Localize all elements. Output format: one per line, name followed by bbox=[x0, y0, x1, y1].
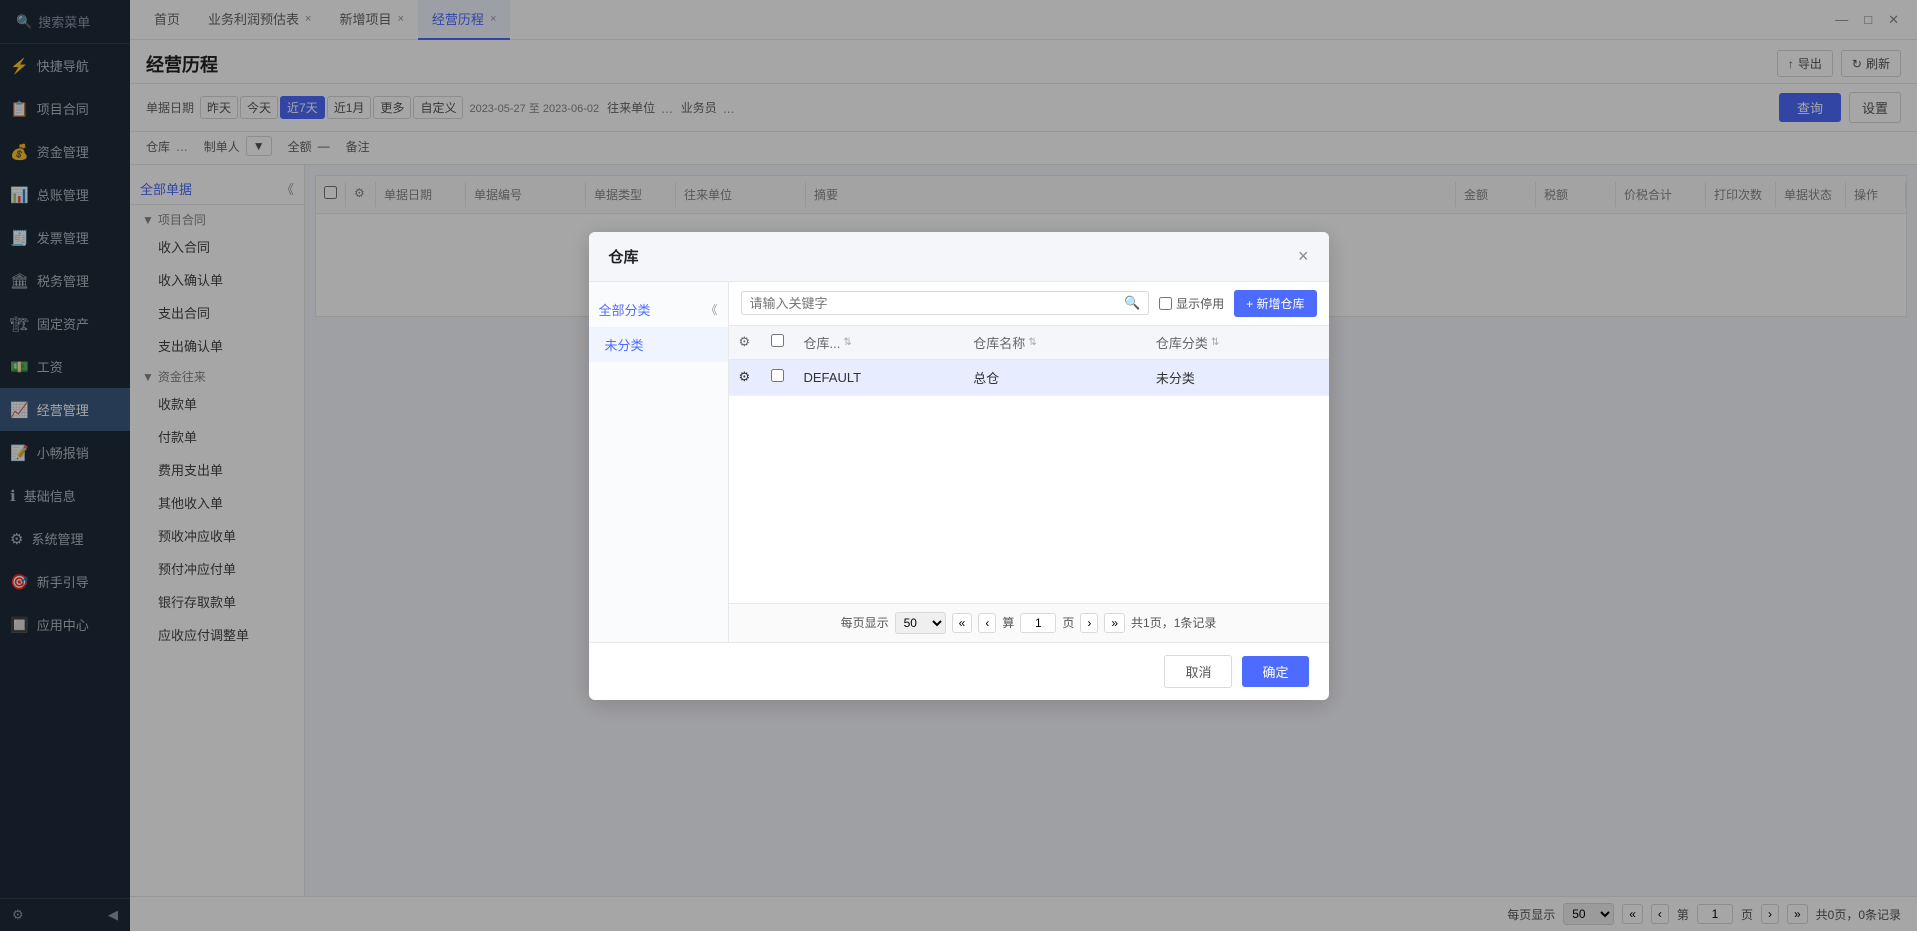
modal-toolbar: 🔍 显示停用 + 新增仓库 bbox=[729, 282, 1329, 326]
modal-pagination: 每页显示 50 100 « ‹ 算 页 › » 共1页，1条记录 bbox=[729, 603, 1329, 642]
row-code: DEFAULT bbox=[794, 359, 964, 395]
category-item-unclassified[interactable]: 未分类 bbox=[589, 327, 728, 362]
all-categories-label: 全部分类 bbox=[599, 300, 651, 319]
modal-table: ⚙ 仓库... ⇅ 仓库名称 bbox=[729, 326, 1329, 603]
th-gear: ⚙ bbox=[729, 326, 761, 360]
modal-overlay[interactable]: 仓库 × 全部分类 《 未分类 bbox=[0, 0, 1917, 931]
category-list: 未分类 bbox=[589, 327, 728, 362]
modal-page-label: 算 bbox=[1002, 614, 1014, 631]
modal-search-box[interactable]: 🔍 bbox=[741, 291, 1150, 315]
row-name: 总仓 bbox=[963, 359, 1146, 395]
category-sort-icon[interactable]: ⇅ bbox=[1211, 337, 1219, 348]
row-category: 未分类 bbox=[1146, 359, 1329, 395]
show-disabled-text: 显示停用 bbox=[1176, 295, 1224, 312]
modal-page-unit: 页 bbox=[1062, 614, 1074, 631]
modal-per-page-select[interactable]: 50 100 bbox=[895, 612, 946, 634]
th-code: 仓库... ⇅ bbox=[794, 326, 964, 360]
modal-search-icon: 🔍 bbox=[1124, 295, 1140, 311]
modal-table-header-row: ⚙ 仓库... ⇅ 仓库名称 bbox=[729, 326, 1329, 360]
code-sort-icon[interactable]: ⇅ bbox=[843, 337, 851, 348]
modal-header: 仓库 × bbox=[589, 232, 1329, 282]
modal-total-text: 共1页，1条记录 bbox=[1131, 614, 1216, 631]
modal-last-page[interactable]: » bbox=[1104, 613, 1125, 633]
modal-select-all[interactable] bbox=[771, 334, 784, 347]
modal-first-page[interactable]: « bbox=[952, 613, 973, 633]
add-warehouse-button[interactable]: + 新增仓库 bbox=[1234, 290, 1316, 317]
modal-actions: 取消 确定 bbox=[589, 642, 1329, 700]
modal-next-page[interactable]: › bbox=[1080, 613, 1098, 633]
row-settings[interactable]: ⚙ bbox=[729, 359, 761, 395]
warehouse-modal: 仓库 × 全部分类 《 未分类 bbox=[589, 232, 1329, 700]
confirm-button[interactable]: 确定 bbox=[1242, 656, 1308, 687]
modal-page-input[interactable] bbox=[1020, 613, 1056, 633]
th-select bbox=[761, 326, 794, 360]
modal-close-button[interactable]: × bbox=[1298, 246, 1309, 267]
modal-title: 仓库 bbox=[609, 246, 639, 267]
th-category: 仓库分类 ⇅ bbox=[1146, 326, 1329, 360]
show-disabled-label[interactable]: 显示停用 bbox=[1159, 295, 1224, 312]
th-name: 仓库名称 ⇅ bbox=[963, 326, 1146, 360]
modal-right-panel: 🔍 显示停用 + 新增仓库 ⚙ bbox=[729, 282, 1329, 642]
name-sort-icon[interactable]: ⇅ bbox=[1028, 337, 1036, 348]
modal-table-body: ⚙ DEFAULT 总仓 未分类 bbox=[729, 359, 1329, 395]
category-item-label: 未分类 bbox=[605, 335, 644, 354]
show-disabled-checkbox[interactable] bbox=[1159, 297, 1172, 310]
modal-search-input[interactable] bbox=[750, 296, 1124, 311]
cancel-button[interactable]: 取消 bbox=[1164, 655, 1232, 688]
all-categories-item[interactable]: 全部分类 《 bbox=[589, 292, 728, 327]
table-row[interactable]: ⚙ DEFAULT 总仓 未分类 bbox=[729, 359, 1329, 395]
modal-body: 全部分类 《 未分类 🔍 bbox=[589, 282, 1329, 642]
left-panel-collapse-icon[interactable]: 《 bbox=[705, 301, 717, 318]
modal-left-panel: 全部分类 《 未分类 bbox=[589, 282, 729, 642]
modal-per-page-label: 每页显示 bbox=[841, 614, 889, 631]
modal-prev-page[interactable]: ‹ bbox=[978, 613, 996, 633]
row-checkbox[interactable] bbox=[761, 359, 794, 395]
